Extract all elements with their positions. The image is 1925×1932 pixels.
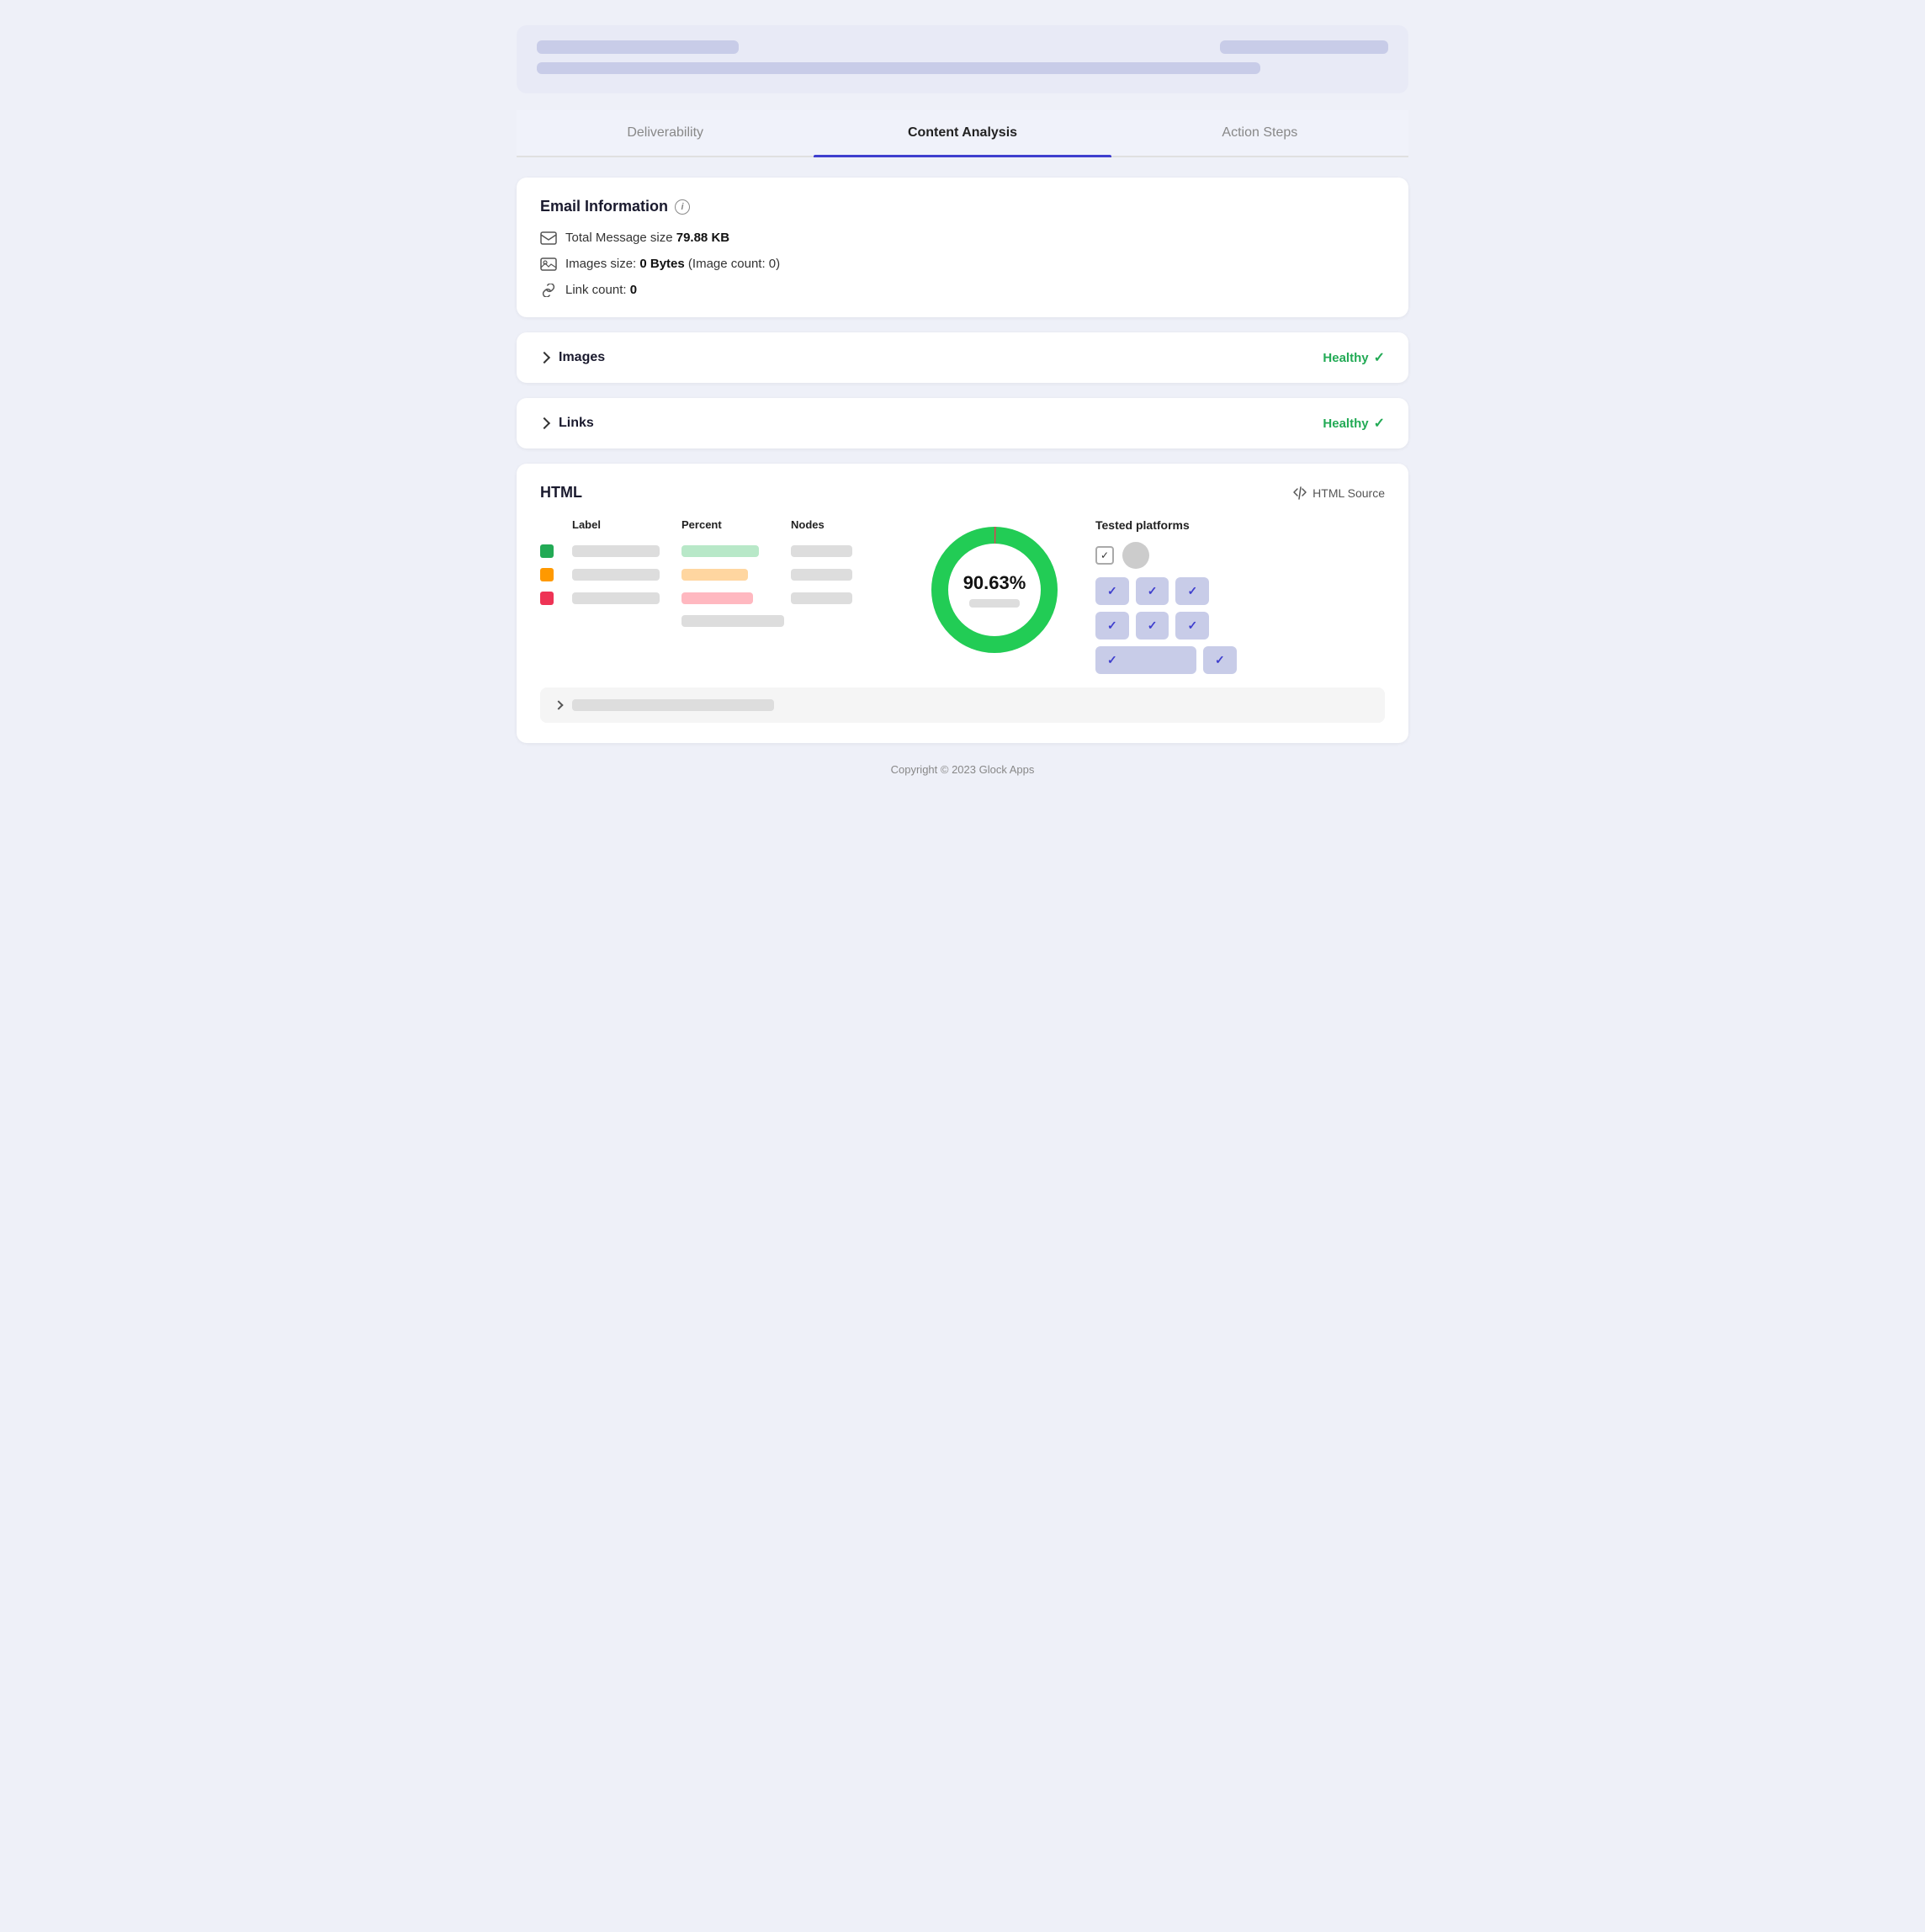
bottom-skeleton bbox=[572, 699, 774, 711]
html-card-header: HTML HTML Source bbox=[540, 484, 1385, 502]
platform-item[interactable]: ✓ bbox=[1175, 612, 1209, 640]
html-source-icon bbox=[1292, 486, 1307, 501]
label-skeleton bbox=[572, 569, 660, 581]
html-title: HTML bbox=[540, 484, 582, 502]
platform-item[interactable]: ✓ bbox=[1095, 612, 1129, 640]
donut-center: 90.63% bbox=[963, 572, 1026, 608]
platform-item[interactable]: ✓ bbox=[1175, 577, 1209, 605]
table-row bbox=[540, 592, 894, 605]
platform-row-1: ✓ ✓ ✓ bbox=[1095, 577, 1385, 605]
tested-platforms: Tested platforms ✓ ✓ ✓ ✓ ✓ ✓ ✓ bbox=[1095, 518, 1385, 674]
copyright: Copyright © 2023 Glock Apps bbox=[517, 763, 1408, 793]
link-icon bbox=[540, 284, 557, 297]
header-card bbox=[517, 25, 1408, 93]
tab-content-analysis[interactable]: Content Analysis bbox=[814, 110, 1111, 156]
nodes-skeleton bbox=[791, 545, 852, 557]
label-skeleton bbox=[572, 545, 660, 557]
html-table-header: Label Percent Nodes bbox=[540, 518, 894, 534]
bottom-chevron-icon bbox=[554, 700, 563, 709]
tab-deliverability[interactable]: Deliverability bbox=[517, 110, 814, 156]
links-check-icon: ✓ bbox=[1374, 415, 1385, 432]
links-chevron-icon bbox=[538, 417, 550, 429]
platform-item[interactable]: ✓ bbox=[1136, 612, 1169, 640]
message-size-row: Total Message size 79.88 KB bbox=[540, 231, 1385, 245]
platform-top-row: ✓ bbox=[1095, 542, 1385, 569]
images-size-row: Images size: 0 Bytes (Image count: 0) bbox=[540, 257, 1385, 271]
platform-grid: ✓ ✓ ✓ ✓ ✓ ✓ ✓ ✓ bbox=[1095, 577, 1385, 674]
info-icon[interactable]: i bbox=[675, 199, 690, 215]
table-row-extra bbox=[540, 615, 894, 627]
tested-platforms-title: Tested platforms bbox=[1095, 518, 1385, 532]
html-card: HTML HTML Source Label Percent Nodes bbox=[517, 464, 1408, 743]
extra-skeleton bbox=[681, 615, 784, 627]
orange-dot bbox=[540, 568, 554, 581]
links-section[interactable]: Links Healthy ✓ bbox=[517, 398, 1408, 448]
images-chevron-icon bbox=[538, 352, 550, 364]
percent-bar-orange bbox=[681, 569, 748, 581]
header-skeleton-2 bbox=[1220, 40, 1388, 54]
table-row bbox=[540, 568, 894, 581]
platform-item[interactable]: ✓ bbox=[1203, 646, 1237, 674]
table-row bbox=[540, 544, 894, 558]
platform-checkbox[interactable]: ✓ bbox=[1095, 546, 1114, 565]
header-skeleton-1 bbox=[537, 40, 739, 54]
email-information-card: Email Information i Total Message size 7… bbox=[517, 178, 1408, 317]
images-healthy-badge: Healthy ✓ bbox=[1323, 349, 1385, 366]
links-healthy-badge: Healthy ✓ bbox=[1323, 415, 1385, 432]
html-source-button[interactable]: HTML Source bbox=[1292, 486, 1385, 501]
tabs-container: Deliverability Content Analysis Action S… bbox=[517, 110, 1408, 157]
percent-bar-green bbox=[681, 545, 759, 557]
platform-item[interactable]: ✓ bbox=[1095, 646, 1196, 674]
html-content: Label Percent Nodes bbox=[540, 518, 1385, 674]
envelope-icon bbox=[540, 231, 557, 245]
tab-action-steps[interactable]: Action Steps bbox=[1111, 110, 1408, 156]
bottom-collapse-row[interactable] bbox=[540, 687, 1385, 723]
email-info-title: Email Information i bbox=[540, 198, 1385, 215]
platform-row-2: ✓ ✓ ✓ bbox=[1095, 612, 1385, 640]
platform-item[interactable]: ✓ bbox=[1095, 577, 1129, 605]
link-count-row: Link count: 0 bbox=[540, 283, 1385, 297]
image-icon bbox=[540, 257, 557, 271]
nodes-skeleton bbox=[791, 569, 852, 581]
platform-row-3: ✓ ✓ bbox=[1095, 646, 1385, 674]
nodes-skeleton bbox=[791, 592, 852, 604]
header-skeleton-3 bbox=[537, 62, 1260, 74]
platform-avatar bbox=[1122, 542, 1149, 569]
images-check-icon: ✓ bbox=[1374, 349, 1385, 366]
main-container: Deliverability Content Analysis Action S… bbox=[517, 25, 1408, 793]
label-skeleton bbox=[572, 592, 660, 604]
donut-chart: 90.63% bbox=[919, 518, 1070, 661]
donut-sub-skeleton bbox=[969, 599, 1020, 608]
platform-item[interactable]: ✓ bbox=[1136, 577, 1169, 605]
green-dot bbox=[540, 544, 554, 558]
red-dot bbox=[540, 592, 554, 605]
images-section[interactable]: Images Healthy ✓ bbox=[517, 332, 1408, 383]
percent-bar-red bbox=[681, 592, 753, 604]
html-table: Label Percent Nodes bbox=[540, 518, 894, 637]
